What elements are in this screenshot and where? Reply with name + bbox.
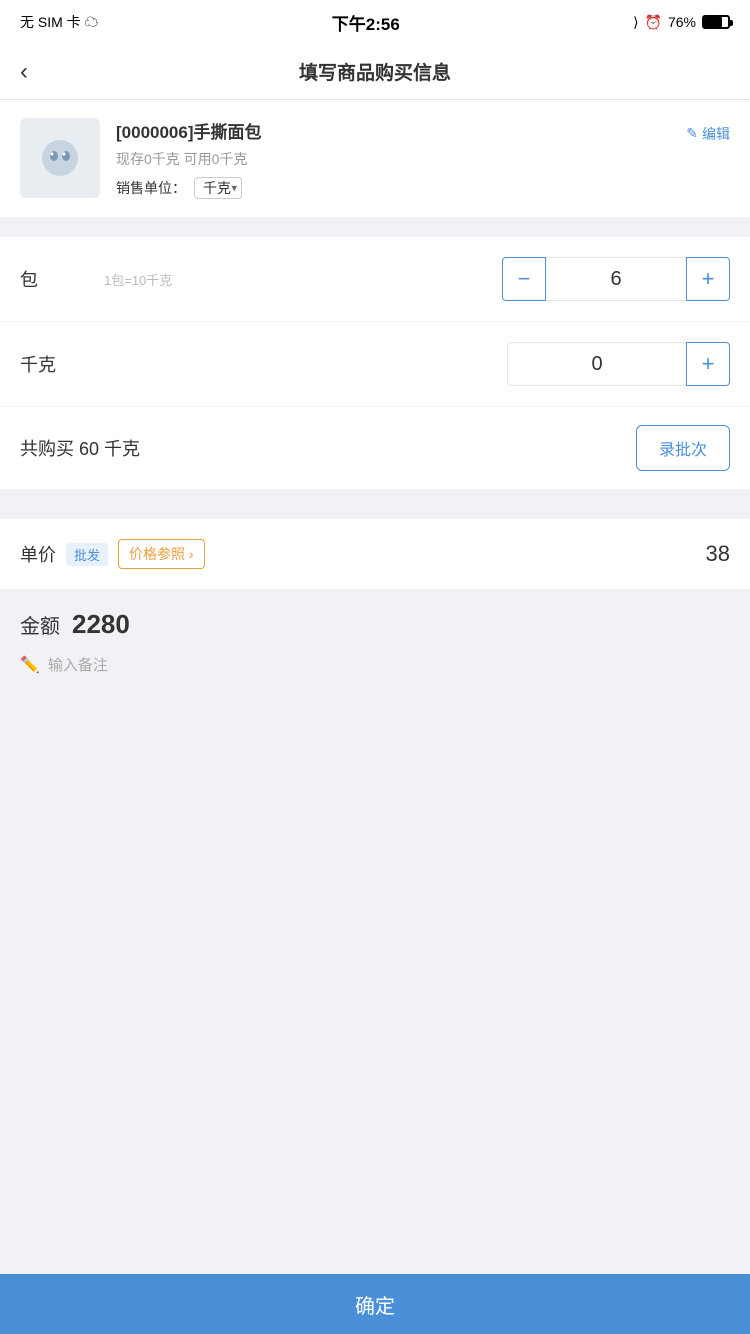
price-badge: 批发 [66,543,108,566]
amount-label: 金额 [20,610,60,639]
qty-increase-1[interactable]: + [686,257,730,301]
price-section: 单价 批发 价格参照 › 38 [0,519,750,589]
product-info: [0000006]手撕面包 ✎ 编辑 现存0千克 可用0千克 销售单位： 千克 … [116,118,730,199]
qty-control-2: + [507,342,730,386]
status-right: ⟩ ⏰ 76% [633,14,730,31]
qty-label-2: 千克 [20,351,100,377]
amount-row: 金额 2280 [20,609,730,640]
unit-select[interactable]: 千克 包 [194,177,242,199]
page-title: 填写商品购买信息 [299,58,451,85]
confirm-button[interactable]: 确定 [355,1290,395,1319]
battery-percent: 76% [668,14,696,30]
status-bar: 无 SIM 卡 ☁ 下午2:56 ⟩ ⏰ 76% [0,0,750,44]
nav-bar: ‹ 填写商品购买信息 [0,44,750,100]
status-time: 下午2:56 [332,10,400,35]
location-icon: ⟩ [633,14,638,31]
status-signal: 无 SIM 卡 ☁ [20,12,99,32]
qty-label-1: 包 [20,266,100,292]
price-value: 38 [706,541,730,567]
total-label: 共购买 60 千克 [20,435,140,461]
product-logo-icon [40,138,80,178]
qty-hint-1: 1包=10千克 [104,270,502,289]
qty-section: 包 1包=10千克 − + 千克 + [0,237,750,407]
qty-decrease-1[interactable]: − [502,257,546,301]
edit-label: 编辑 [702,124,730,144]
remark-placeholder: 输入备注 [48,654,108,675]
unit-select-wrap[interactable]: 千克 包 [194,177,242,199]
amount-value: 2280 [72,609,130,640]
price-row: 单价 批发 价格参照 › 38 [0,519,750,589]
product-image [20,118,100,198]
edit-button[interactable]: ✎ 编辑 [686,124,730,144]
qty-input-1[interactable] [546,257,686,301]
product-section: [0000006]手撕面包 ✎ 编辑 现存0千克 可用0千克 销售单位： 千克 … [0,100,750,217]
confirm-button-wrap[interactable]: 确定 [0,1274,750,1334]
pencil-icon: ✏️ [20,655,40,675]
price-label: 单价 [20,541,56,567]
divider-2 [0,499,750,509]
edit-icon: ✎ [686,125,698,142]
alarm-icon: ⏰ [645,14,662,31]
product-unit: 销售单位： 千克 包 [116,177,730,199]
remark-row[interactable]: ✏️ 输入备注 [20,654,730,675]
unit-label: 销售单位： [116,178,186,198]
qty-row-2: 千克 + [0,322,750,407]
qty-increase-2[interactable]: + [686,342,730,386]
battery-icon [702,15,730,29]
record-batch-button[interactable]: 录批次 [636,425,730,471]
product-name: [0000006]手撕面包 [116,118,262,143]
total-row: 共购买 60 千克 录批次 [0,407,750,489]
qty-control-1: − + [502,257,730,301]
price-reference-button[interactable]: 价格参照 › [118,539,205,569]
product-stock: 现存0千克 可用0千克 [116,149,730,169]
qty-row-1: 包 1包=10千克 − + [0,237,750,322]
amount-section: 金额 2280 ✏️ 输入备注 [0,589,750,691]
divider-1 [0,227,750,237]
qty-input-2[interactable] [507,342,687,386]
back-button[interactable]: ‹ [20,58,28,86]
empty-space [0,691,750,1031]
